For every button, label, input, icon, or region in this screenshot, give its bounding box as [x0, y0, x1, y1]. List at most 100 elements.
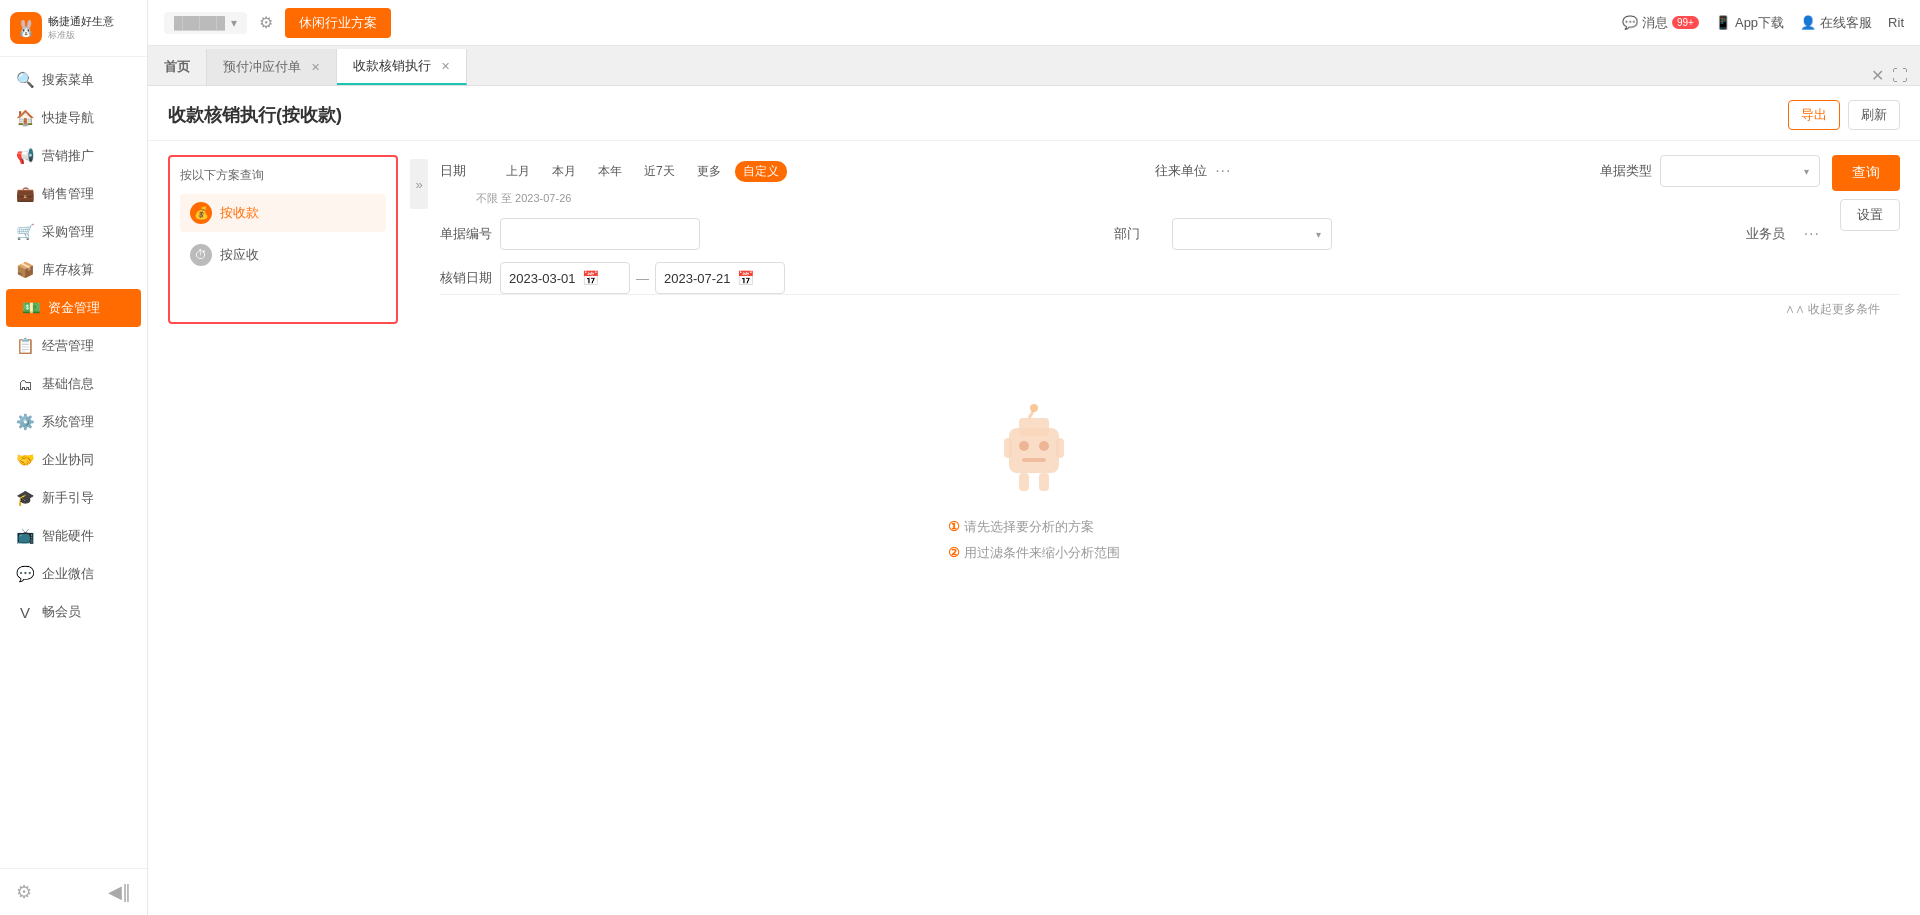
solution-button[interactable]: 休闲行业方案: [285, 8, 391, 38]
maximize-icon[interactable]: ⛶: [1892, 67, 1908, 85]
collapse-more-btn[interactable]: ∧∧ 收起更多条件: [1785, 301, 1880, 318]
system-icon: ⚙️: [16, 413, 34, 431]
online-service-area[interactable]: 👤 在线客服: [1800, 14, 1872, 32]
sidebar-item-finance-label: 资金管理: [48, 299, 100, 317]
btn-more-dates[interactable]: 更多: [689, 160, 729, 183]
sidebar-item-sales[interactable]: 💼 销售管理: [0, 175, 147, 213]
sidebar-item-sales-label: 销售管理: [42, 185, 94, 203]
offset-start-value: 2023-03-01: [509, 271, 576, 286]
dept-select[interactable]: ▾: [1172, 218, 1332, 250]
page: 收款核销执行(按收款) 导出 刷新 按以下方案查询 💰 按收款 ⏱: [148, 86, 1920, 915]
sidebar-item-purchase[interactable]: 🛒 采购管理: [0, 213, 147, 251]
sidebar-item-finance[interactable]: 💵 资金管理: [6, 289, 141, 327]
tab-receipt-offset-close-icon[interactable]: ✕: [441, 60, 450, 73]
operations-icon: 📋: [16, 337, 34, 355]
service-icon: 👤: [1800, 15, 1816, 30]
by-receipt-label: 按收款: [220, 204, 259, 222]
svg-rect-7: [1019, 473, 1029, 491]
svg-rect-8: [1039, 473, 1049, 491]
sidebar-collapse-icon[interactable]: ◀‖: [108, 881, 131, 903]
offset-date-end-input[interactable]: 2023-07-21 📅: [655, 262, 785, 294]
filter-panel-collapse-btn[interactable]: »: [410, 159, 428, 209]
app-name: 畅捷通好生意: [48, 14, 114, 28]
basicinfo-icon: 🗂: [16, 376, 34, 393]
counterpart-field: 往来单位 ···: [1155, 162, 1231, 180]
refresh-button[interactable]: 刷新: [1848, 100, 1900, 130]
message-area[interactable]: 💬 消息 99+: [1622, 14, 1699, 32]
svg-rect-6: [1056, 438, 1064, 458]
sidebar-item-vip[interactable]: V 畅会员: [0, 593, 147, 631]
sidebar-item-wechat[interactable]: 💬 企业微信: [0, 555, 147, 593]
date-label: 日期: [440, 162, 490, 180]
sidebar-item-quicknav[interactable]: 🏠 快捷导航: [0, 99, 147, 137]
svg-point-2: [1019, 441, 1029, 451]
tab-prepay[interactable]: 预付冲应付单 ✕: [207, 49, 337, 85]
btn-custom-date[interactable]: 自定义: [735, 161, 787, 182]
page-header: 收款核销执行(按收款) 导出 刷新: [148, 86, 1920, 141]
btn-this-year[interactable]: 本年: [590, 160, 630, 183]
settings-gear-icon[interactable]: ⚙: [16, 881, 32, 903]
sidebar-item-marketing-label: 营销推广: [42, 147, 94, 165]
svg-point-10: [1030, 404, 1038, 412]
marketing-icon: 📢: [16, 147, 34, 165]
tab-window-controls: ✕ ⛶: [1871, 66, 1920, 85]
date-field: 日期 上月 本月 本年 近7天 更多 自定义: [440, 160, 787, 183]
sidebar-item-search-label: 搜索菜单: [42, 71, 94, 89]
user-name[interactable]: Rit: [1888, 15, 1904, 30]
btn-last-7days[interactable]: 近7天: [636, 160, 683, 183]
sidebar-item-search[interactable]: 🔍 搜索菜单: [0, 61, 147, 99]
counterpart-dots-btn[interactable]: ···: [1215, 162, 1231, 180]
dept-label: 部门: [1114, 225, 1164, 243]
doctype-arrow-icon: ▾: [1804, 166, 1809, 177]
offset-date-field: 核销日期 2023-03-01 📅 —: [440, 262, 785, 294]
sidebar-item-hardware[interactable]: 📺 智能硬件: [0, 517, 147, 555]
docno-field: 单据编号: [440, 218, 700, 250]
close-window-icon[interactable]: ✕: [1871, 66, 1884, 85]
tab-bar: 首页 预付冲应付单 ✕ 收款核销执行 ✕ ✕ ⛶: [148, 46, 1920, 86]
offset-end-value: 2023-07-21: [664, 271, 731, 286]
staff-dots-btn[interactable]: ···: [1804, 225, 1820, 243]
form-row-2: 单据编号 部门 ▾: [440, 218, 1820, 250]
tab-home[interactable]: 首页: [148, 49, 207, 85]
topbar-right: 💬 消息 99+ 📱 App下载 👤 在线客服 Rit: [1622, 14, 1904, 32]
filter-option-by-receipt[interactable]: 💰 按收款: [180, 194, 386, 232]
setting-button[interactable]: 设置: [1840, 199, 1900, 231]
sidebar-item-inventory-label: 库存核算: [42, 261, 94, 279]
btn-this-month[interactable]: 本月: [544, 160, 584, 183]
docno-input[interactable]: [500, 218, 700, 250]
btn-last-month[interactable]: 上月: [498, 160, 538, 183]
tab-prepay-close-icon[interactable]: ✕: [311, 61, 320, 74]
form-row-date-hint: 不限 至 2023-07-26: [440, 191, 1820, 206]
query-button[interactable]: 查询: [1832, 155, 1900, 191]
sidebar-item-wechat-label: 企业微信: [42, 565, 94, 583]
tab-receipt-offset-label: 收款核销执行: [353, 57, 431, 75]
collapse-more-label: 收起更多条件: [1808, 302, 1880, 316]
offset-date-start-input[interactable]: 2023-03-01 📅: [500, 262, 630, 294]
sidebar-item-operations[interactable]: 📋 经营管理: [0, 327, 147, 365]
company-name: ██████: [174, 16, 225, 30]
app-download-area[interactable]: 📱 App下载: [1715, 14, 1784, 32]
topbar-gear-icon[interactable]: ⚙: [259, 13, 273, 32]
inventory-icon: 📦: [16, 261, 34, 279]
sales-icon: 💼: [16, 185, 34, 203]
sidebar-item-inventory[interactable]: 📦 库存核算: [0, 251, 147, 289]
by-receipt-icon: 💰: [190, 202, 212, 224]
export-button[interactable]: 导出: [1788, 100, 1840, 130]
filter-option-by-receivable[interactable]: ⏱ 按应收: [180, 236, 386, 274]
sidebar-bottom: ⚙ ◀‖: [0, 868, 147, 915]
sidebar-item-enterprise-label: 企业协同: [42, 451, 94, 469]
chevron-up-icon: ∧∧: [1785, 302, 1805, 316]
sidebar-item-system[interactable]: ⚙️ 系统管理: [0, 403, 147, 441]
sidebar-item-guide-label: 新手引导: [42, 489, 94, 507]
sidebar-item-marketing[interactable]: 📢 营销推广: [0, 137, 147, 175]
query-form: 日期 上月 本月 本年 近7天 更多 自定义: [440, 155, 1900, 324]
dropdown-chevron-icon[interactable]: ▾: [231, 16, 237, 30]
sidebar-item-enterprise[interactable]: 🤝 企业协同: [0, 441, 147, 479]
doctype-select[interactable]: ▾: [1660, 155, 1820, 187]
app-edition: 标准版: [48, 29, 114, 42]
tab-receipt-offset[interactable]: 收款核销执行 ✕: [337, 49, 467, 85]
sidebar-item-guide[interactable]: 🎓 新手引导: [0, 479, 147, 517]
svg-rect-4: [1022, 458, 1046, 462]
hardware-icon: 📺: [16, 527, 34, 545]
sidebar-item-basicinfo[interactable]: 🗂 基础信息: [0, 365, 147, 403]
